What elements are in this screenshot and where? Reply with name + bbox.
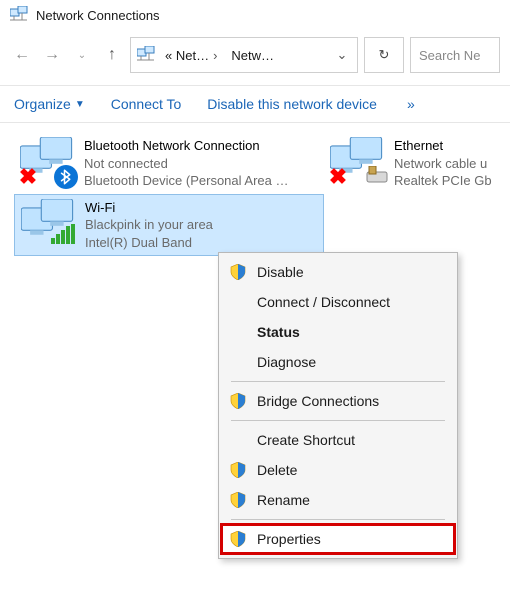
chevron-right-icon[interactable]: › (213, 48, 217, 63)
address-bar[interactable]: « Net… › Netw… ⌄ (130, 37, 358, 73)
disconnected-x-icon: ✖ (328, 167, 348, 187)
ethernet-plug-icon (366, 166, 390, 187)
shield-icon (229, 264, 247, 280)
shield-icon (229, 531, 247, 547)
adapter-status: Blackpink in your area (85, 216, 213, 234)
ctx-bridge-connections[interactable]: Bridge Connections (221, 386, 455, 416)
context-menu: Disable Connect / Disconnect Status Diag… (218, 252, 458, 559)
ctx-label: Status (257, 324, 300, 340)
adapter-item-wifi[interactable]: Wi-Fi Blackpink in your area Intel(R) Du… (14, 194, 324, 257)
breadcrumb-seg-1[interactable]: « Net… › (159, 46, 223, 65)
adapter-device: Intel(R) Dual Band (85, 234, 213, 252)
adapter-icon: ✖ (20, 137, 74, 185)
adapter-name: Wi-Fi (85, 199, 213, 217)
ctx-label: Connect / Disconnect (257, 294, 390, 310)
adapter-status: Network cable u (394, 155, 492, 173)
chevron-down-icon: ▼ (75, 99, 85, 110)
adapter-status: Not connected (84, 155, 289, 173)
nav-row: ← → ⌄ ↑ « Net… › Netw… ⌄ ↻ Search Ne (0, 33, 510, 86)
ctx-label: Properties (257, 531, 321, 547)
wifi-signal-icon (51, 224, 77, 249)
ctx-properties[interactable]: Properties (221, 524, 455, 554)
separator (231, 519, 445, 520)
breadcrumb-label: Netw… (231, 48, 274, 63)
address-dropdown-button[interactable]: ⌄ (331, 47, 353, 63)
adapter-device: Realtek PCIe Gb (394, 172, 492, 190)
window-title: Network Connections (36, 8, 160, 23)
refresh-button[interactable]: ↻ (364, 37, 404, 73)
ctx-diagnose[interactable]: Diagnose (221, 347, 455, 377)
adapter-name: Bluetooth Network Connection (84, 137, 289, 155)
organize-label: Organize (14, 96, 71, 112)
search-input[interactable]: Search Ne (410, 37, 500, 73)
ctx-label: Diagnose (257, 354, 316, 370)
adapter-name: Ethernet (394, 137, 492, 155)
connect-to-button[interactable]: Connect To (111, 96, 182, 112)
separator (231, 381, 445, 382)
recent-locations-button[interactable]: ⌄ (70, 43, 94, 67)
connect-to-label: Connect To (111, 96, 182, 112)
command-bar: Organize ▼ Connect To Disable this netwo… (0, 86, 510, 123)
ctx-connect-disconnect[interactable]: Connect / Disconnect (221, 287, 455, 317)
ctx-rename[interactable]: Rename (221, 485, 455, 515)
adapter-device: Bluetooth Device (Personal Area … (84, 172, 289, 190)
ctx-create-shortcut[interactable]: Create Shortcut (221, 425, 455, 455)
ctx-status[interactable]: Status (221, 317, 455, 347)
forward-button[interactable]: → (40, 43, 64, 67)
search-placeholder: Search Ne (419, 48, 480, 63)
disable-label: Disable this network device (207, 96, 377, 112)
content-area: ✖ Bluetooth Network Connection Not conne… (0, 123, 510, 256)
adapter-icon (21, 199, 75, 247)
up-button[interactable]: ↑ (100, 43, 124, 67)
ctx-label: Create Shortcut (257, 432, 355, 448)
shield-icon (229, 492, 247, 508)
breadcrumb-seg-2[interactable]: Netw… (225, 46, 280, 65)
disconnected-x-icon: ✖ (18, 167, 38, 187)
overflow-button[interactable]: » (407, 96, 415, 112)
adapter-item-bluetooth[interactable]: ✖ Bluetooth Network Connection Not conne… (14, 133, 324, 194)
ctx-delete[interactable]: Delete (221, 455, 455, 485)
ctx-label: Disable (257, 264, 304, 280)
breadcrumb-label: « Net… (165, 48, 209, 63)
organize-menu[interactable]: Organize ▼ (14, 96, 85, 112)
shield-icon (229, 462, 247, 478)
ctx-label: Bridge Connections (257, 393, 379, 409)
title-bar: Network Connections (0, 0, 510, 33)
disable-device-button[interactable]: Disable this network device (207, 96, 377, 112)
ctx-label: Rename (257, 492, 310, 508)
separator (231, 420, 445, 421)
bluetooth-icon (54, 165, 78, 189)
ctx-label: Delete (257, 462, 297, 478)
adapter-icon: ✖ (330, 137, 384, 185)
ctx-disable[interactable]: Disable (221, 257, 455, 287)
adapter-item-ethernet[interactable]: ✖ Ethernet Network cable u Realtek PCIe … (324, 133, 510, 194)
back-button[interactable]: ← (10, 43, 34, 67)
ncpa-icon (137, 46, 155, 65)
shield-icon (229, 393, 247, 409)
ncpa-icon (10, 6, 28, 25)
